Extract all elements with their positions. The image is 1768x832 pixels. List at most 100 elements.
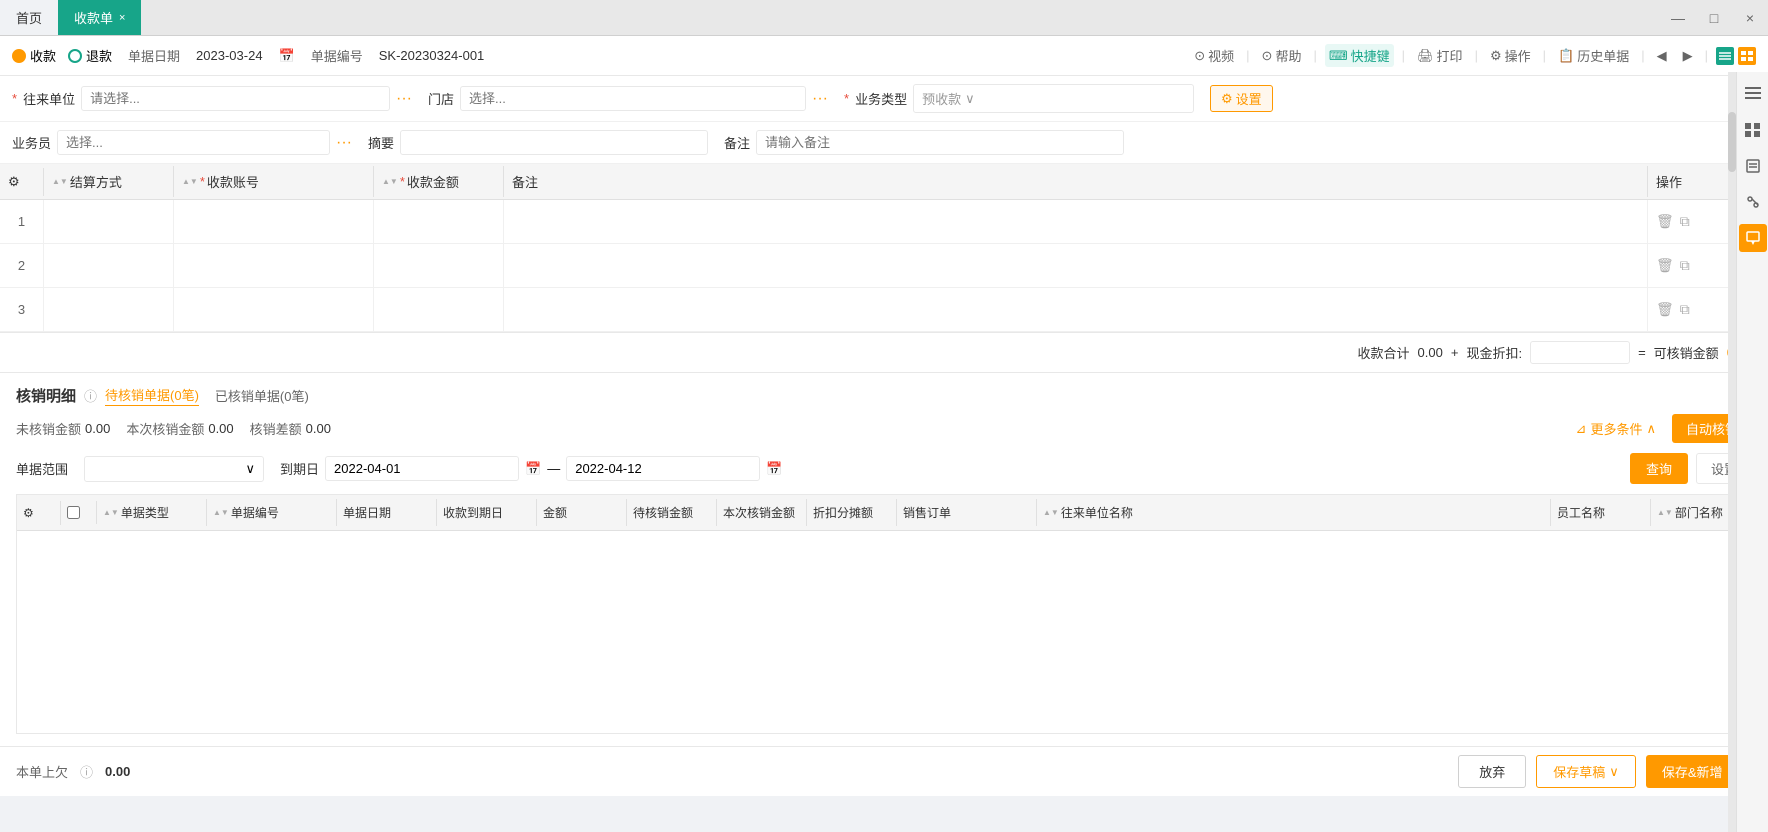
settlement-cell-2[interactable] (44, 244, 174, 287)
dt-this-amount-header: 本次核销金额 (717, 499, 807, 526)
amount-cell-2[interactable] (374, 244, 504, 287)
remark-cell-3[interactable] (504, 288, 1648, 331)
due-date-field: 到期日 📅 — 📅 (280, 456, 782, 481)
table-row: 2 🗑 ⧉ (0, 244, 1768, 288)
right-toolbar: ⊙ 视频 | ⊙ 帮助 | ⌨ 快捷键 | 🖨 打印 | ⚙ 操作 (1190, 44, 1756, 67)
dt-order-header: 销售订单 (897, 499, 1037, 526)
settings-button[interactable]: ⚙ 设置 (1210, 85, 1273, 112)
copy-btn-1[interactable]: ⧉ (1680, 213, 1690, 230)
table-settings-header[interactable]: ⚙ (0, 168, 44, 196)
verify-title: 核销明细 ⓘ 待核销单据(0笔) 已核销单据(0笔) (16, 385, 1752, 406)
store-field: 门店 ··· (428, 86, 828, 111)
dt-check-header[interactable] (61, 501, 97, 524)
summary-input[interactable] (400, 130, 708, 155)
calendar-from-icon[interactable]: 📅 (525, 461, 541, 477)
scroll-indicator[interactable] (1728, 72, 1736, 832)
this-check-label: 本次核销金额 (126, 419, 204, 438)
calendar-icon[interactable]: 📅 (279, 48, 295, 64)
help-button[interactable]: ⊙ 帮助 (1258, 44, 1306, 67)
right-panel-btn-5[interactable] (1739, 224, 1767, 252)
account-cell-3[interactable] (174, 288, 374, 331)
delete-btn-3[interactable]: 🗑 (1656, 301, 1674, 318)
store-input[interactable] (460, 86, 806, 111)
right-panel-btn-2[interactable] (1739, 116, 1767, 144)
filter-select[interactable]: ∨ (84, 456, 264, 482)
number-value: SK-20230324-001 (379, 48, 485, 63)
select-all-checkbox[interactable] (67, 506, 80, 519)
data-table: ⚙ ▲▼ 单据类型 ▲▼ 单据编号 单据日期 收款到期日 金额 待核销金额 本次… (16, 494, 1752, 734)
delete-btn-2[interactable]: 🗑 (1656, 257, 1674, 274)
amount-cell-3[interactable] (374, 288, 504, 331)
remark-input[interactable] (756, 130, 1124, 155)
dt-number-header: ▲▼ 单据编号 (207, 499, 337, 526)
tab-bar: 首页 收款单 × — □ × (0, 0, 1768, 36)
delete-btn-1[interactable]: 🗑 (1656, 213, 1674, 230)
info-icon[interactable]: ⓘ (84, 386, 97, 405)
calendar-to-icon[interactable]: 📅 (766, 461, 782, 477)
business-type-select[interactable]: 预收款 ∨ (913, 84, 1194, 113)
date-to-input[interactable] (566, 456, 760, 481)
done-tab[interactable]: 已核销单据(0笔) (215, 386, 309, 405)
video-button[interactable]: ⊙ 视频 (1190, 44, 1238, 67)
abandon-button[interactable]: 放弃 (1458, 755, 1526, 788)
bottom-info-icon[interactable]: ⓘ (80, 762, 93, 781)
discount-input[interactable] (1530, 341, 1630, 364)
employee-more-icon[interactable]: ··· (336, 134, 352, 152)
diff-label: 核销差额 (250, 419, 302, 438)
amount-cell-1[interactable] (374, 200, 504, 243)
copy-btn-2[interactable]: ⧉ (1680, 257, 1690, 274)
operation-button[interactable]: ⚙ 操作 (1486, 44, 1535, 67)
pending-tab[interactable]: 待核销单据(0笔) (105, 385, 199, 406)
operation-icon: ⚙ (1490, 48, 1502, 64)
partner-input[interactable] (81, 86, 390, 111)
dt-settings-header[interactable]: ⚙ (17, 501, 61, 525)
number-label: 单据编号 (311, 46, 363, 65)
remark-cell-1[interactable] (504, 200, 1648, 243)
right-panel-btn-4[interactable] (1739, 188, 1767, 216)
tab-home[interactable]: 首页 (0, 0, 58, 35)
remark-cell-2[interactable] (504, 244, 1648, 287)
total-value: 0.00 (1418, 345, 1443, 360)
tab-receipt[interactable]: 收款单 × (58, 0, 141, 35)
help-icon: ⊙ (1262, 48, 1273, 64)
row-num-1: 1 (0, 200, 44, 243)
nav-next[interactable]: ▶ (1679, 46, 1697, 66)
verify-section: 核销明细 ⓘ 待核销单据(0笔) 已核销单据(0笔) 未核销金额 0.00 本次… (0, 373, 1768, 746)
settlement-cell-3[interactable] (44, 288, 174, 331)
bottom-label: 本单上欠 (16, 762, 68, 781)
partner-more-icon[interactable]: ··· (396, 90, 412, 108)
right-panel-btn-3[interactable] (1739, 152, 1767, 180)
settlement-cell-1[interactable] (44, 200, 174, 243)
employee-input[interactable] (57, 130, 330, 155)
remark-field: 备注 (724, 130, 1124, 155)
nav-prev[interactable]: ◀ (1653, 46, 1671, 66)
more-conditions[interactable]: ⊿ 更多条件 ∧ (1576, 419, 1656, 438)
save-draft-button[interactable]: 保存草稿 ∨ (1536, 755, 1636, 788)
funnel-icon: ⊿ (1576, 421, 1587, 437)
diff-stat: 核销差额 0.00 (250, 419, 331, 438)
query-button[interactable]: 查询 (1630, 453, 1688, 484)
right-panel-btn-1[interactable] (1739, 80, 1767, 108)
date-label: 单据日期 (128, 46, 180, 65)
shortcut-icon: ⌨ (1329, 48, 1348, 64)
maximize-button[interactable]: □ (1696, 0, 1732, 36)
store-more-icon[interactable]: ··· (812, 90, 828, 108)
account-cell-2[interactable] (174, 244, 374, 287)
tab-close-icon[interactable]: × (119, 12, 125, 24)
account-cell-1[interactable] (174, 200, 374, 243)
this-check-stat: 本次核销金额 0.00 (126, 419, 233, 438)
receipt-radio[interactable]: 收款 (12, 46, 56, 65)
date-from-input[interactable] (325, 456, 519, 481)
grid-view-icon[interactable] (1738, 47, 1756, 65)
history-button[interactable]: 📋 历史单据 (1554, 44, 1633, 67)
dt-type-header: ▲▼ 单据类型 (97, 499, 207, 526)
close-button[interactable]: × (1732, 0, 1768, 36)
print-button[interactable]: 🖨 打印 (1413, 44, 1467, 67)
minimize-button[interactable]: — (1660, 0, 1696, 36)
filter-row: 单据范围 ∨ 到期日 📅 — 📅 查询 设置 (16, 453, 1752, 484)
dt-employee-header: 员工名称 (1551, 499, 1651, 526)
refund-radio[interactable]: 退款 (68, 46, 112, 65)
print-icon: 🖨 (1417, 48, 1434, 64)
copy-btn-3[interactable]: ⧉ (1680, 301, 1690, 318)
shortcut-button[interactable]: ⌨ 快捷键 (1325, 44, 1394, 67)
